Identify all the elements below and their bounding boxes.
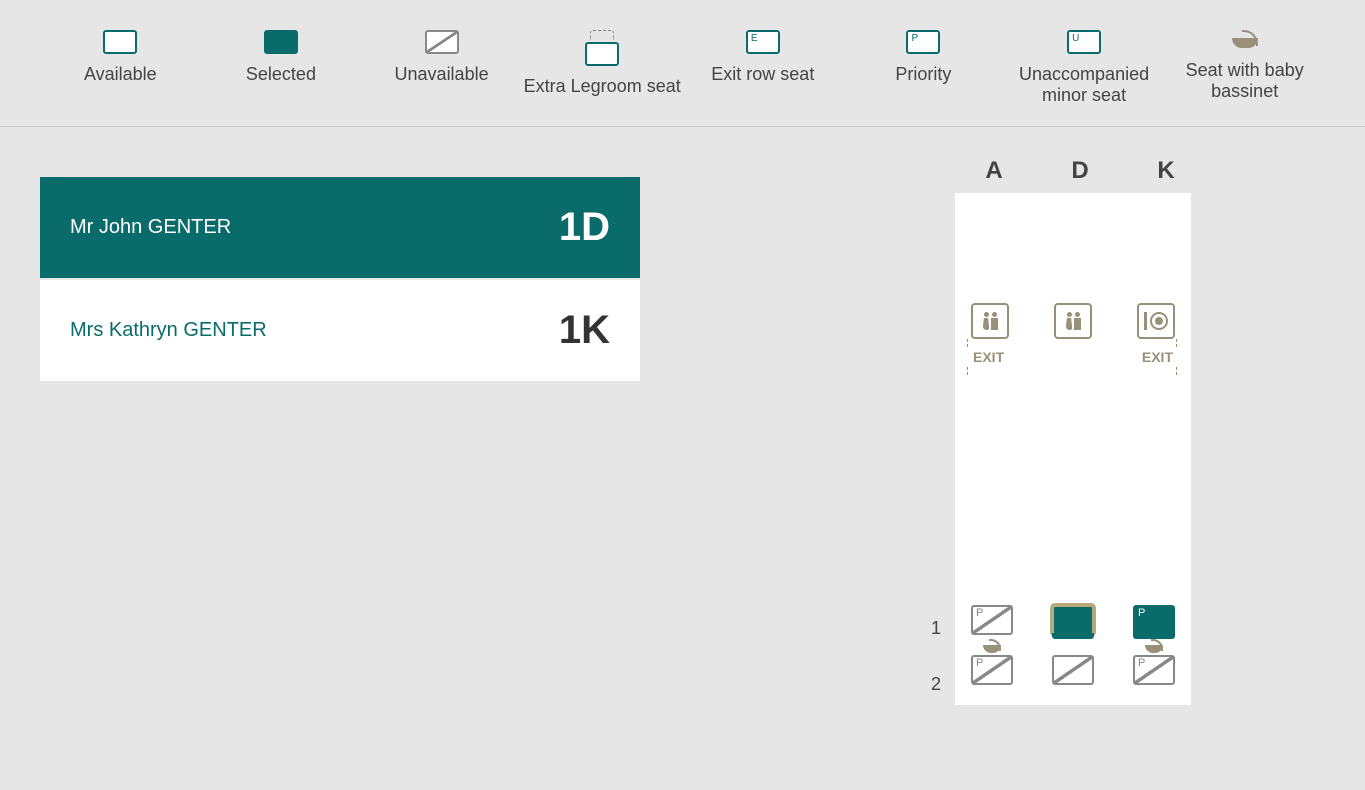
bassinet-icon	[1230, 30, 1260, 50]
seat-2a[interactable]: P	[971, 655, 1013, 685]
main-area: Mr John GENTER 1D Mrs Kathryn GENTER 1K …	[0, 127, 1365, 735]
unavailable-seat-icon	[425, 30, 459, 54]
legend-label: Selected	[246, 64, 316, 85]
seat-tag: P	[975, 607, 984, 619]
legend-label: Unavailable	[395, 64, 489, 85]
seat-1d[interactable]	[1052, 605, 1094, 635]
cabin-column: A D K EXIT EXIT	[955, 157, 1205, 705]
column-headers: A D K	[955, 157, 1205, 185]
seat-row-2: P P	[971, 655, 1175, 685]
legend-selected: Selected	[201, 30, 361, 85]
passenger-seat: 1K	[559, 308, 610, 353]
passenger-name: Mrs Kathryn GENTER	[70, 319, 267, 342]
exit-row-seat-icon: E	[746, 30, 780, 54]
legend-unavailable: Unavailable	[362, 30, 522, 85]
legend-priority: P Priority	[843, 30, 1003, 85]
legend-exit-row: E Exit row seat	[683, 30, 843, 85]
exit-label-left: EXIT	[971, 349, 1006, 365]
lavatory-icon	[1054, 303, 1092, 339]
legend-label: Unaccompanied minor seat	[1004, 64, 1164, 106]
seat-1a[interactable]: P	[971, 605, 1013, 635]
passenger-card-1[interactable]: Mr John GENTER 1D	[40, 177, 640, 278]
column-k: K	[1145, 157, 1187, 185]
passenger-seat: 1D	[559, 205, 610, 250]
available-seat-icon	[103, 30, 137, 54]
legend-bassinet: Seat with baby bassinet	[1165, 30, 1325, 102]
seat-2d[interactable]	[1052, 655, 1094, 685]
exit-label-right: EXIT	[1140, 349, 1175, 365]
column-d: D	[1059, 157, 1101, 185]
passenger-list: Mr John GENTER 1D Mrs Kathryn GENTER 1K	[40, 177, 640, 705]
column-a: A	[973, 157, 1015, 185]
legend-label: Exit row seat	[711, 64, 814, 85]
seat-tag: P	[1137, 657, 1146, 669]
unaccompanied-seat-icon: U	[1067, 30, 1101, 54]
seat-legend: Available Selected Unavailable Extra Leg…	[0, 0, 1365, 127]
bassinet-indicator	[971, 639, 1013, 655]
legend-available: Available	[40, 30, 200, 85]
row-label-1: 1	[931, 612, 941, 644]
row-labels: 1 2	[931, 157, 941, 705]
priority-seat-icon: P	[906, 30, 940, 54]
seat-row-1: P P	[971, 605, 1175, 635]
row-label-2: 2	[931, 668, 941, 700]
legend-unaccompanied: U Unaccompanied minor seat	[1004, 30, 1164, 106]
cabin: EXIT EXIT P P	[955, 193, 1191, 705]
passenger-card-2[interactable]: Mrs Kathryn GENTER 1K	[40, 280, 640, 381]
bassinet-indicator	[1133, 639, 1175, 655]
exit-row: EXIT EXIT	[971, 349, 1175, 365]
legend-label: Available	[84, 64, 157, 85]
seat-letter: U	[1072, 33, 1079, 44]
passenger-name: Mr John GENTER	[70, 216, 231, 239]
legend-label: Seat with baby bassinet	[1165, 60, 1325, 102]
seat-letter: P	[911, 33, 918, 44]
seat-tag: P	[975, 657, 984, 669]
seat-tag: P	[1137, 607, 1146, 619]
seat-2k[interactable]: P	[1133, 655, 1175, 685]
amenities-row	[971, 303, 1175, 339]
selected-seat-icon	[264, 30, 298, 54]
seat-map: 1 2 A D K	[931, 157, 1325, 705]
extra-legroom-icon	[585, 30, 619, 66]
legend-label: Priority	[895, 64, 951, 85]
legend-label: Extra Legroom seat	[524, 76, 681, 97]
seat-letter: E	[751, 33, 758, 44]
galley-icon	[1137, 303, 1175, 339]
bassinet-row	[971, 639, 1175, 655]
lavatory-icon	[971, 303, 1009, 339]
seat-1k[interactable]: P	[1133, 605, 1175, 635]
legend-extra-legroom: Extra Legroom seat	[522, 30, 682, 97]
